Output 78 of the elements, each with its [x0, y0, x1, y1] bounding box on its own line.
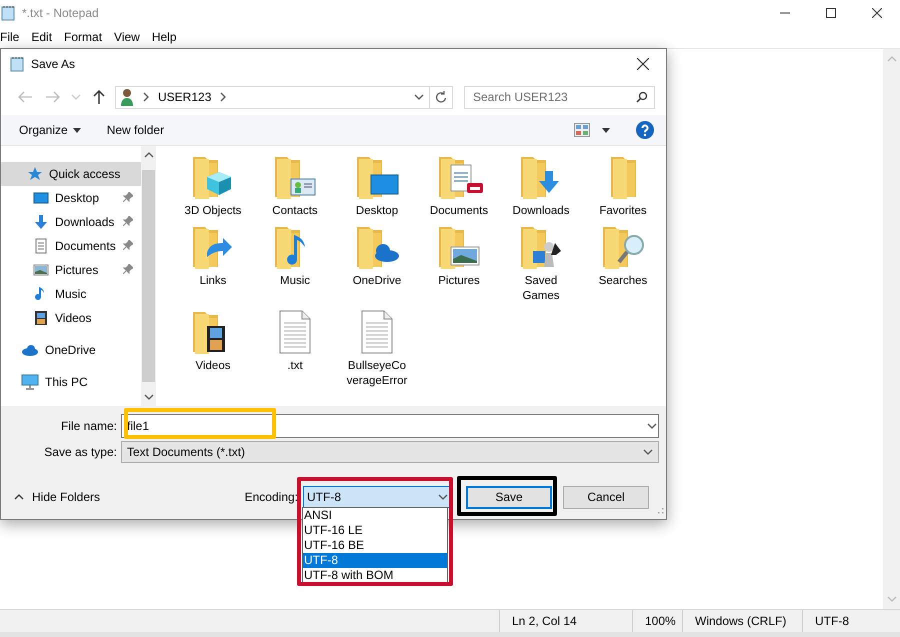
search-box[interactable]: Search USER123 [464, 86, 655, 108]
search-icon [636, 91, 648, 103]
encoding-option[interactable]: UTF-8 [303, 553, 447, 568]
scroll-thumb[interactable] [142, 170, 155, 382]
item-label[interactable]: BullseyeCoverageError [346, 359, 408, 389]
down-arrow-icon [33, 214, 49, 230]
nav-item[interactable]: OneDrive [1, 338, 141, 362]
nav-item[interactable]: Quick access [1, 162, 141, 186]
refresh-icon [435, 91, 447, 103]
item-label[interactable]: Videos [182, 359, 244, 374]
item-label[interactable]: Saved Games [510, 274, 572, 304]
field-label: Encoding: [244, 490, 298, 504]
breadcrumb[interactable]: USER123 [158, 90, 212, 104]
maximize-icon [826, 8, 836, 18]
file-name-box[interactable]: file1 [121, 414, 659, 438]
user-icon [120, 88, 134, 106]
item-label[interactable]: Desktop [346, 204, 408, 219]
nav-item[interactable]: Pictures [1, 258, 141, 282]
pin-icon [123, 216, 133, 226]
item-label[interactable]: Music [264, 274, 326, 289]
resize-grip-icon [656, 506, 664, 514]
save-type-dropdown[interactable]: Text Documents (*.txt) [121, 441, 659, 463]
address-bar[interactable]: USER123 [115, 86, 430, 108]
notepad-icon [0, 5, 16, 21]
item-label[interactable]: Links [182, 274, 244, 289]
menu-item[interactable]: Help [146, 30, 183, 44]
menu-item[interactable]: Format [58, 30, 108, 44]
hide-folders-button[interactable]: Hide Folders [1, 490, 100, 504]
nav-item[interactable]: Desktop [1, 186, 141, 210]
field-label: Save as type: [43, 445, 118, 459]
item-label[interactable]: Downloads [510, 204, 572, 219]
back-arrow-icon [18, 91, 32, 103]
dialog-title: Save As [31, 57, 76, 71]
item-label[interactable]: Documents [428, 204, 490, 219]
item-label[interactable]: Searches [592, 274, 654, 289]
field-label: File name: [60, 419, 118, 433]
close-icon [637, 58, 649, 70]
nav-item[interactable]: Videos [1, 306, 141, 330]
view-icon[interactable] [574, 123, 590, 137]
new-folder-button[interactable]: New folder [100, 119, 170, 141]
item-label[interactable]: 3D Objects [182, 204, 244, 219]
save-button[interactable]: Save [466, 486, 552, 508]
nav-item[interactable]: Downloads [1, 210, 141, 234]
item-label[interactable]: Pictures [428, 274, 490, 289]
cloud-icon [21, 342, 39, 358]
menu-item[interactable]: File [0, 30, 26, 44]
nav-item[interactable]: Documents [1, 234, 141, 258]
organize-button[interactable]: Organize [13, 119, 87, 141]
star-icon [27, 166, 43, 182]
scrollbar[interactable] [141, 146, 156, 406]
refresh-button[interactable] [430, 86, 453, 108]
caret-icon [72, 128, 81, 132]
pin-icon [123, 192, 133, 202]
picture-icon [33, 262, 49, 278]
item-label[interactable]: Favorites [592, 204, 654, 219]
menu-item[interactable]: Edit [25, 30, 58, 44]
pin-icon [123, 240, 133, 250]
scrollbar[interactable] [883, 49, 900, 609]
cancel-button[interactable]: Cancel [563, 486, 649, 508]
pin-icon [123, 264, 133, 274]
item-label[interactable]: .txt [264, 359, 326, 374]
film-icon [33, 310, 49, 326]
file-name-field[interactable]: file1 [127, 419, 646, 433]
help-icon[interactable] [636, 121, 654, 139]
item-label[interactable]: OneDrive [346, 274, 408, 289]
computer-icon [21, 374, 39, 390]
forward-arrow-icon [46, 91, 60, 103]
document-icon [33, 238, 49, 254]
nav-item[interactable]: This PC [1, 370, 141, 394]
item-label[interactable]: Contacts [264, 204, 326, 219]
monitor-icon [33, 190, 49, 206]
nav-item[interactable]: Music [1, 282, 141, 306]
window-title: *.txt - Notepad [22, 6, 100, 20]
caret-icon[interactable] [602, 128, 610, 132]
up-arrow-icon [93, 90, 105, 104]
close-icon [872, 8, 882, 18]
menu-item[interactable]: View [108, 30, 146, 44]
notepad-icon [9, 56, 25, 72]
